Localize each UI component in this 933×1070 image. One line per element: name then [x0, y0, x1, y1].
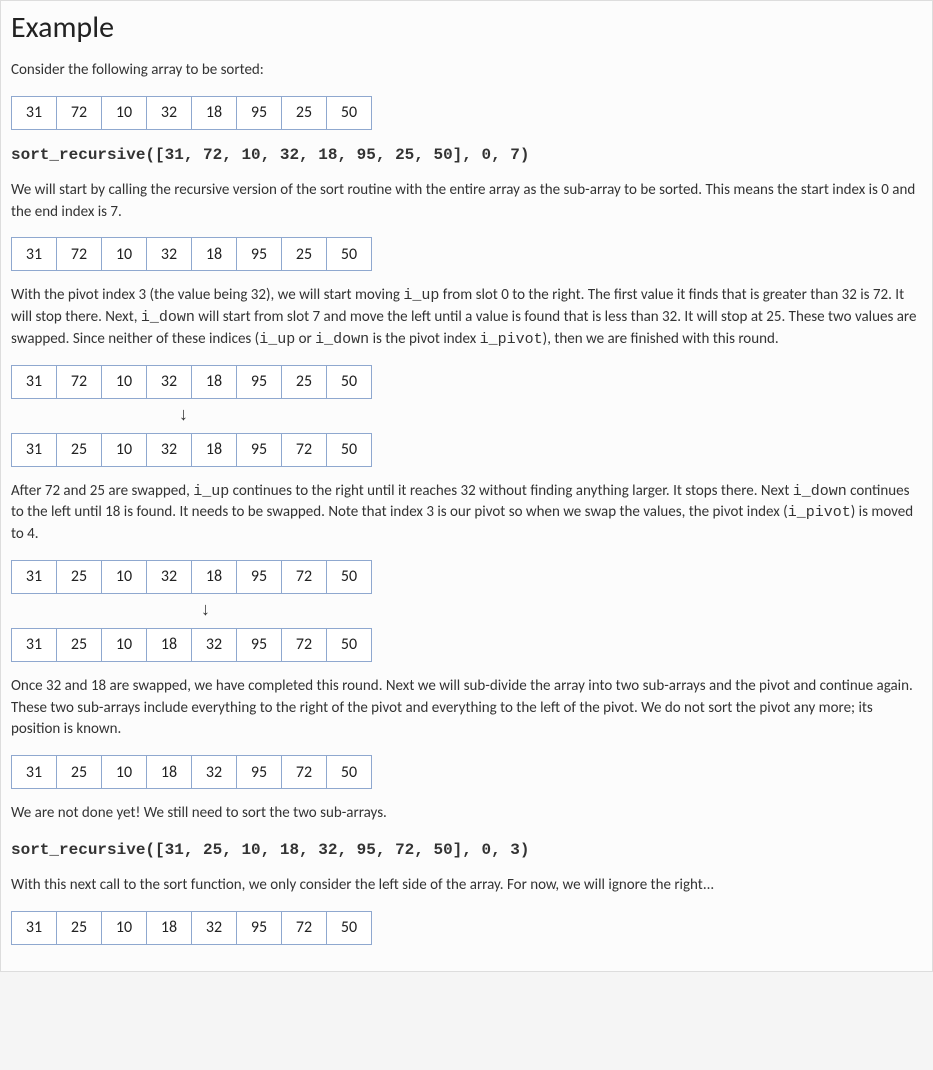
code-idown: i_down [793, 483, 847, 500]
cell: 10 [102, 911, 147, 944]
cell: 10 [102, 96, 147, 129]
cell: 31 [12, 433, 57, 466]
document-page: Example Consider the following array to … [0, 0, 933, 972]
cell: 31 [12, 560, 57, 593]
para-4: Once 32 and 18 are swapped, we have comp… [11, 676, 922, 741]
cell: 25 [57, 433, 102, 466]
cell: 32 [192, 628, 237, 661]
cell: 31 [12, 756, 57, 789]
cell: 10 [102, 365, 147, 398]
cell: 95 [237, 433, 282, 466]
array-full-bracket: 31 72 10 32 18 95 25 50 [11, 237, 372, 271]
cell: 18 [192, 238, 237, 271]
intro-text: Consider the following array to be sorte… [11, 60, 922, 82]
cell: 50 [327, 560, 372, 593]
down-arrow-icon: ↓ [11, 600, 922, 618]
array-swap1-after: 31 25 10 32 18 95 72 50 [11, 433, 372, 467]
code-ipivot: i_pivot [788, 504, 851, 521]
cell: 50 [327, 96, 372, 129]
para-2: With the pivot index 3 (the value being … [11, 285, 922, 350]
cell: 72 [282, 756, 327, 789]
cell: 10 [102, 560, 147, 593]
para-6: With this next call to the sort function… [11, 875, 922, 897]
para-5: We are not done yet! We still need to so… [11, 803, 922, 825]
cell: 50 [327, 628, 372, 661]
cell: 10 [102, 756, 147, 789]
cell: 31 [12, 365, 57, 398]
cell: 25 [57, 560, 102, 593]
cell: 25 [57, 911, 102, 944]
cell: 10 [102, 433, 147, 466]
cell: 25 [282, 238, 327, 271]
cell: 32 [147, 238, 192, 271]
cell: 72 [282, 911, 327, 944]
array-swap2-before: 31 25 10 32 18 95 72 50 [11, 560, 372, 594]
down-arrow-icon: ↓ [11, 405, 922, 423]
cell: 25 [282, 96, 327, 129]
cell: 31 [12, 911, 57, 944]
array-swap1-before: 31 72 10 32 18 95 25 50 [11, 365, 372, 399]
cell: 72 [282, 628, 327, 661]
cell: 18 [192, 560, 237, 593]
cell: 31 [12, 96, 57, 129]
cell: 50 [327, 433, 372, 466]
cell: 10 [102, 628, 147, 661]
cell: 95 [237, 238, 282, 271]
code-iup: i_up [193, 483, 229, 500]
cell: 32 [192, 911, 237, 944]
cell: 95 [237, 560, 282, 593]
cell: 18 [192, 365, 237, 398]
cell: 10 [102, 238, 147, 271]
cell: 72 [282, 433, 327, 466]
cell: 95 [237, 911, 282, 944]
array-left-sub: 31 25 10 18 32 95 72 50 [11, 911, 372, 945]
cell: 50 [327, 365, 372, 398]
cell: 95 [237, 756, 282, 789]
array-initial: 31 72 10 32 18 95 25 50 [11, 96, 372, 130]
array-swap2-after: 31 25 10 18 32 95 72 50 [11, 628, 372, 662]
cell: 50 [327, 238, 372, 271]
cell: 18 [192, 433, 237, 466]
code-idown: i_down [315, 331, 369, 348]
cell: 95 [237, 365, 282, 398]
code-ipivot: i_pivot [480, 331, 543, 348]
code-iup: i_up [403, 287, 439, 304]
page-title: Example [11, 9, 922, 46]
code-call-2: sort_recursive([31, 25, 10, 18, 32, 95, … [11, 841, 922, 859]
cell: 50 [327, 756, 372, 789]
cell: 32 [147, 433, 192, 466]
cell: 72 [282, 560, 327, 593]
cell: 18 [192, 96, 237, 129]
cell: 25 [57, 628, 102, 661]
cell: 18 [147, 911, 192, 944]
cell: 18 [147, 628, 192, 661]
cell: 50 [327, 911, 372, 944]
cell: 32 [147, 560, 192, 593]
cell: 31 [12, 238, 57, 271]
code-idown: i_down [141, 309, 195, 326]
cell: 95 [237, 96, 282, 129]
cell: 18 [147, 756, 192, 789]
code-iup: i_up [259, 331, 295, 348]
para-1: We will start by calling the recursive v… [11, 180, 922, 224]
cell: 25 [57, 756, 102, 789]
cell: 25 [282, 365, 327, 398]
cell: 32 [192, 756, 237, 789]
cell: 95 [237, 628, 282, 661]
cell: 31 [12, 628, 57, 661]
cell: 72 [57, 365, 102, 398]
array-split: 31 25 10 18 32 95 72 50 [11, 755, 372, 789]
cell: 72 [57, 96, 102, 129]
cell: 32 [147, 96, 192, 129]
cell: 32 [147, 365, 192, 398]
cell: 72 [57, 238, 102, 271]
para-3: After 72 and 25 are swapped, i_up contin… [11, 481, 922, 546]
code-call-1: sort_recursive([31, 72, 10, 32, 18, 95, … [11, 146, 922, 164]
